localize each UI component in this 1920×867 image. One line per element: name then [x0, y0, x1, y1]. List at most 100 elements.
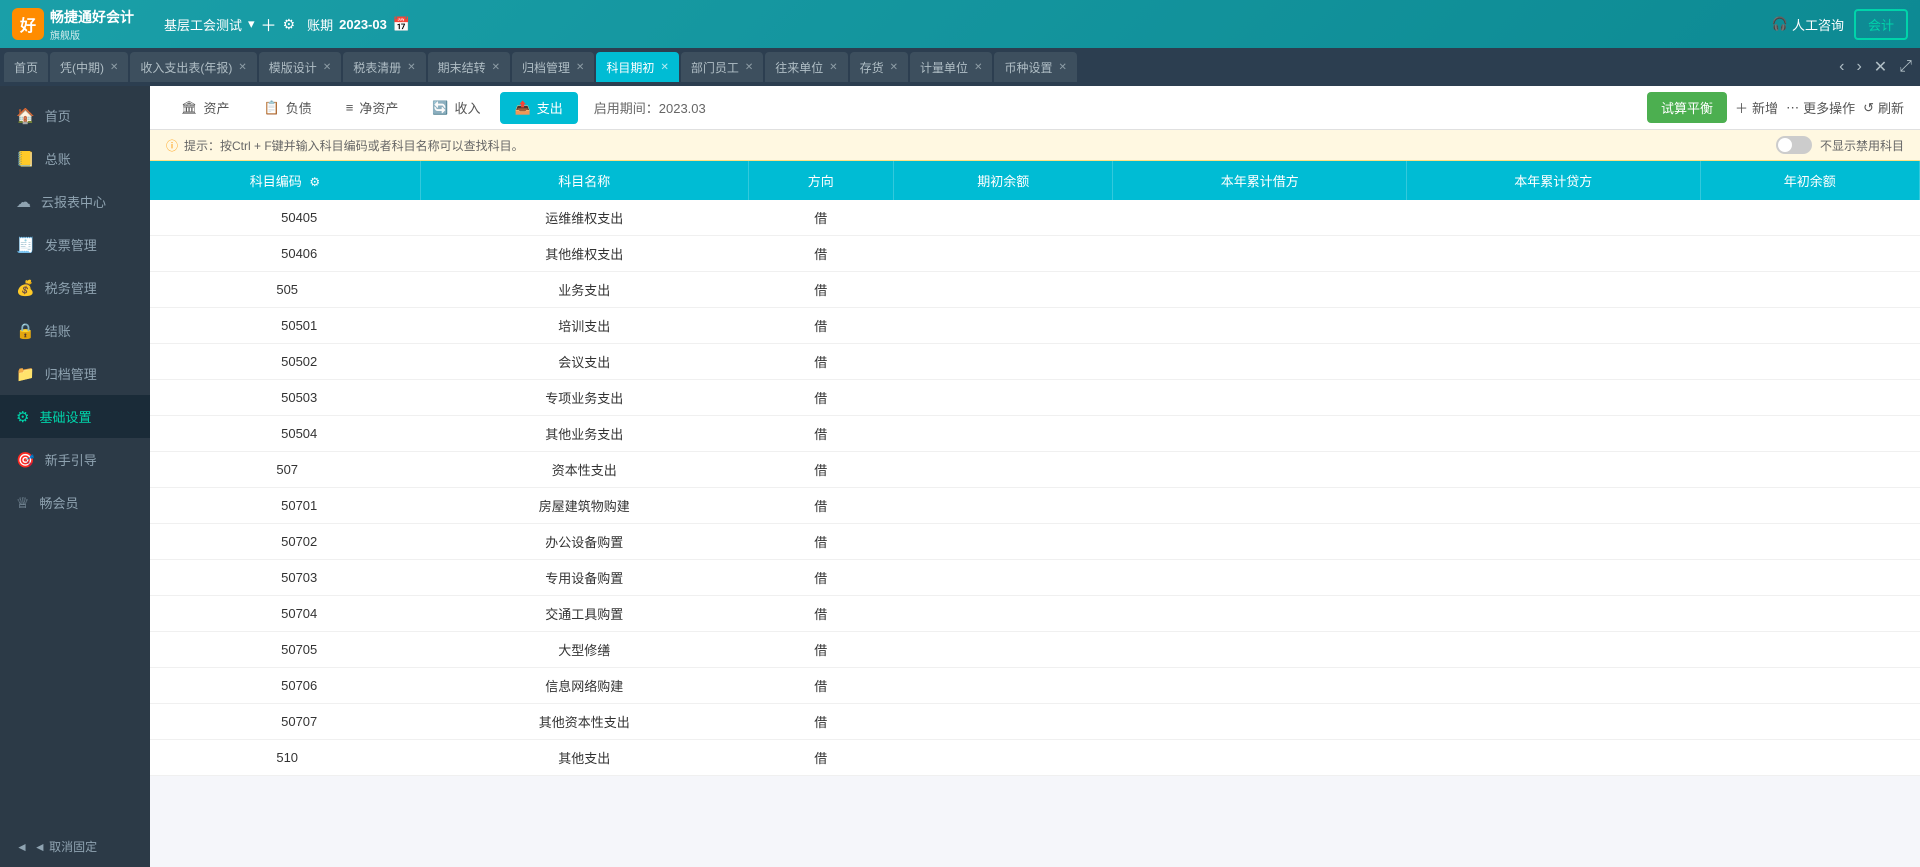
company-selector[interactable]: 基层工会测试 ▾ ＋ ⚙	[164, 12, 295, 36]
equity-icon: ≡	[346, 100, 354, 115]
tab-voucher[interactable]: 凭(中期) ✕	[50, 52, 128, 82]
sidebar-item-reports[interactable]: ☁ 云报表中心	[0, 180, 150, 223]
sub-tab-income[interactable]: 🔄 收入	[417, 92, 495, 124]
table-row[interactable]: 50706 信息网络购建 借	[150, 668, 1920, 704]
table-row[interactable]: 505 业务支出 借	[150, 272, 1920, 308]
refresh-button[interactable]: ↺ 刷新	[1863, 98, 1904, 117]
table-row[interactable]: 50503 专项业务支出 借	[150, 380, 1920, 416]
cell-ytd-debit	[1113, 668, 1407, 704]
table-row[interactable]: 50504 其他业务支出 借	[150, 416, 1920, 452]
tab-income-annual[interactable]: 收入支出表(年报) ✕	[130, 52, 256, 82]
close-icon[interactable]: ✕	[829, 62, 837, 73]
cell-name: 专项业务支出	[420, 380, 748, 416]
account-button[interactable]: 会计	[1854, 9, 1908, 40]
toggle-switch[interactable]	[1776, 136, 1812, 154]
cell-code: 50502	[150, 344, 420, 380]
table-row[interactable]: 50701 房屋建筑物购建 借	[150, 488, 1920, 524]
settings-icon[interactable]: ⚙	[283, 16, 296, 33]
table-row[interactable]: 50703 专用设备购置 借	[150, 560, 1920, 596]
sidebar-item-ledger[interactable]: 📒 总账	[0, 137, 150, 180]
table-row[interactable]: 50501 培训支出 借	[150, 308, 1920, 344]
tab-next-icon[interactable]: ›	[1852, 58, 1865, 76]
cell-direction: 借	[748, 308, 893, 344]
tab-expand-icon[interactable]: ⤢	[1895, 58, 1916, 76]
tab-unit[interactable]: 计量单位 ✕	[910, 52, 992, 82]
sidebar-item-home[interactable]: 🏠 首页	[0, 94, 150, 137]
table-row[interactable]: 50707 其他资本性支出 借	[150, 704, 1920, 740]
close-icon[interactable]: ✕	[745, 62, 753, 73]
close-icon[interactable]: ✕	[576, 62, 584, 73]
add-icon[interactable]: ＋	[261, 12, 277, 36]
tab-inventory[interactable]: 存货 ✕	[850, 52, 908, 82]
cell-name: 培训支出	[420, 308, 748, 344]
tab-department[interactable]: 部门员工 ✕	[681, 52, 763, 82]
sidebar-item-settings[interactable]: ⚙ 基础设置	[0, 395, 150, 438]
tab-partner[interactable]: 往来单位 ✕	[765, 52, 847, 82]
tab-label: 币种设置	[1004, 59, 1052, 76]
tab-subject-initial[interactable]: 科目期初 ✕	[596, 52, 678, 82]
sidebar-item-close-account[interactable]: 🔒 结账	[0, 309, 150, 352]
tab-prev-icon[interactable]: ‹	[1835, 58, 1848, 76]
cell-opening-balance	[893, 272, 1112, 308]
cell-direction: 借	[748, 596, 893, 632]
table-row[interactable]: 50405 运维维权支出 借	[150, 200, 1920, 236]
table-row[interactable]: 50406 其他维权支出 借	[150, 236, 1920, 272]
add-button[interactable]: ＋ 新增	[1735, 98, 1778, 117]
close-icon[interactable]: ✕	[110, 62, 118, 73]
tab-currency[interactable]: 币种设置 ✕	[994, 52, 1076, 82]
cell-ytd-credit	[1406, 668, 1700, 704]
calendar-icon[interactable]: 📅	[393, 16, 410, 33]
close-icon[interactable]: ✕	[974, 62, 982, 73]
cell-opening-balance	[893, 308, 1112, 344]
sidebar-item-archive[interactable]: 📁 归档管理	[0, 352, 150, 395]
cell-year-opening	[1700, 560, 1920, 596]
sub-tab-assets[interactable]: 🏛 资产	[166, 92, 245, 124]
sub-tab-equity[interactable]: ≡ 净资产	[331, 92, 414, 124]
tab-archive[interactable]: 归档管理 ✕	[512, 52, 594, 82]
close-icon[interactable]: ✕	[238, 62, 246, 73]
table-row[interactable]: 50704 交通工具购置 借	[150, 596, 1920, 632]
sidebar-item-invoice[interactable]: 🧾 发票管理	[0, 223, 150, 266]
table-row[interactable]: 507 资本性支出 借	[150, 452, 1920, 488]
col-opening-balance: 期初余额	[893, 161, 1112, 200]
chevron-down-icon: ▾	[248, 16, 255, 32]
table-row[interactable]: 50705 大型修缮 借	[150, 632, 1920, 668]
sidebar-collapse-button[interactable]: ◄ ◄ 取消固定	[0, 826, 150, 867]
balance-button[interactable]: 试算平衡	[1647, 92, 1727, 123]
cell-year-opening	[1700, 344, 1920, 380]
income-icon: 🔄	[432, 100, 448, 116]
tab-tax-table[interactable]: 税表清册 ✕	[343, 52, 425, 82]
table-row[interactable]: 50702 办公设备购置 借	[150, 524, 1920, 560]
toggle-label: 不显示禁用科目	[1820, 137, 1904, 154]
gear-icon[interactable]: ⚙	[309, 175, 320, 189]
close-icon[interactable]: ✕	[407, 62, 415, 73]
cell-code: 50501	[150, 308, 420, 344]
sidebar-item-member[interactable]: ♕ 畅会员	[0, 481, 150, 524]
close-icon[interactable]: ✕	[492, 62, 500, 73]
more-button[interactable]: ⋯ 更多操作	[1786, 98, 1855, 117]
help-button[interactable]: 🎧 人工咨询	[1772, 15, 1844, 34]
close-icon[interactable]: ✕	[1058, 62, 1066, 73]
sidebar-item-guide[interactable]: 🎯 新手引导	[0, 438, 150, 481]
tab-template[interactable]: 模版设计 ✕	[259, 52, 341, 82]
close-icon[interactable]: ✕	[890, 62, 898, 73]
close-icon[interactable]: ✕	[323, 62, 331, 73]
cell-direction: 借	[748, 236, 893, 272]
sub-tab-expense[interactable]: 📤 支出	[500, 92, 578, 124]
sub-tab-label: 净资产	[359, 98, 398, 117]
table-row[interactable]: 510 其他支出 借	[150, 740, 1920, 776]
cell-direction: 借	[748, 524, 893, 560]
tab-period-end[interactable]: 期末结转 ✕	[428, 52, 510, 82]
refresh-label: 刷新	[1878, 98, 1904, 117]
cell-code: 50406	[150, 236, 420, 272]
table-row[interactable]: 50502 会议支出 借	[150, 344, 1920, 380]
close-icon[interactable]: ✕	[660, 62, 668, 73]
show-disabled-toggle[interactable]: 不显示禁用科目	[1776, 136, 1904, 154]
sub-tab-liabilities[interactable]: 📋 负债	[249, 92, 327, 124]
tab-label: 税表清册	[353, 59, 401, 76]
cell-direction: 借	[748, 704, 893, 740]
table-container[interactable]: 科目编码 ⚙ 科目名称 方向 期初余额 本年累计借方 本年累计贷方 年初余额 5…	[150, 161, 1920, 867]
tab-homepage[interactable]: 首页	[4, 52, 48, 82]
sidebar-item-tax[interactable]: 💰 税务管理	[0, 266, 150, 309]
tab-close-all-icon[interactable]: ✕	[1870, 57, 1891, 77]
